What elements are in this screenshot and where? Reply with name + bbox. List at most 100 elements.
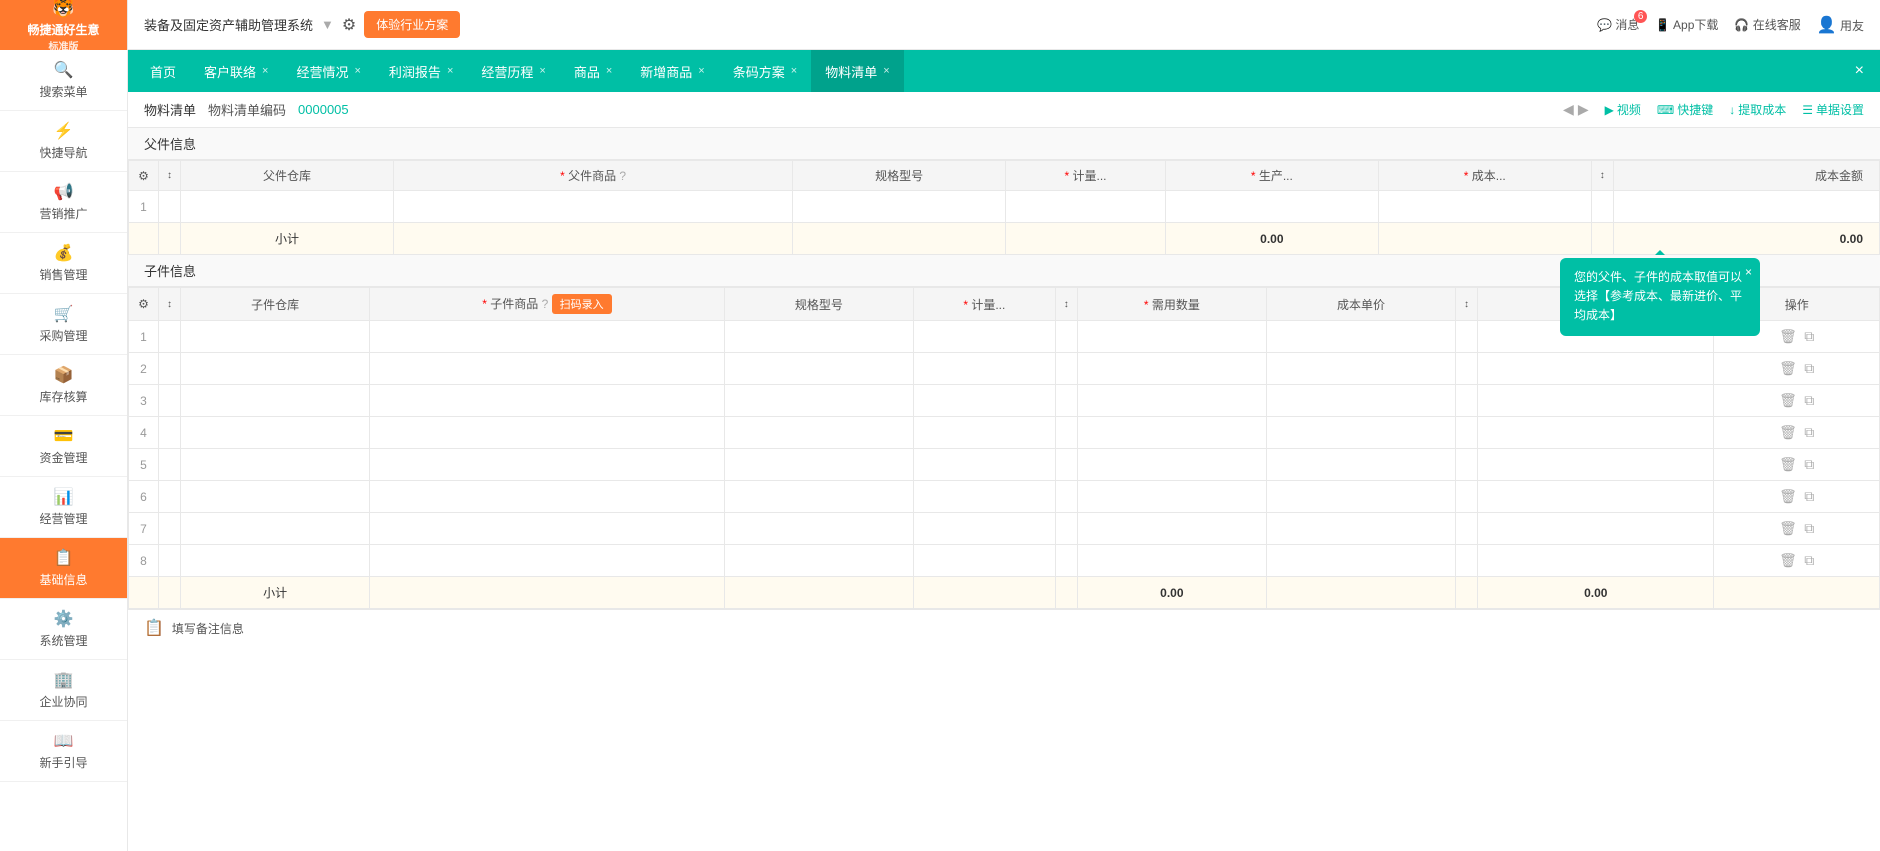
tab-operation-status[interactable]: 经营情况 × [282,50,374,92]
parent-row1-product[interactable] [393,191,792,223]
sidebar-item-quick-nav[interactable]: ⚡ 快捷导航 [0,111,127,172]
app-download-btn[interactable]: 📱 App下载 [1655,16,1718,33]
copy-icon-row5[interactable]: ⧉ [1804,456,1814,472]
child-row5-unit-cost[interactable] [1266,449,1455,481]
parent-col-settings[interactable]: ⚙ [129,161,159,191]
delete-icon-row4[interactable]: 🗑 [1779,424,1797,440]
sidebar-item-sales[interactable]: 💰 销售管理 [0,233,127,294]
copy-icon-row8[interactable]: ⧉ [1804,552,1814,568]
copy-icon-row3[interactable]: ⧉ [1804,392,1814,408]
tab-operation-history[interactable]: 经营历程 × [467,50,559,92]
delete-icon-row7[interactable]: 🗑 [1779,520,1797,536]
sidebar-item-inventory[interactable]: 📦 库存核算 [0,355,127,416]
child-row7-unit[interactable] [913,513,1055,545]
sidebar-item-enterprise[interactable]: 🏢 企业协同 [0,660,127,721]
parent-product-help-icon[interactable]: ? [619,169,626,183]
child-row8-qty[interactable] [1077,545,1266,577]
tooltip-close-btn[interactable]: × [1745,263,1752,282]
tab-new-goods-close[interactable]: × [698,65,704,77]
child-row6-warehouse[interactable] [181,481,370,513]
child-row6-qty[interactable] [1077,481,1266,513]
child-row1-product[interactable] [370,321,725,353]
tab-goods-close[interactable]: × [606,65,612,77]
copy-icon-row6[interactable]: ⧉ [1804,488,1814,504]
sidebar-item-basic[interactable]: 📋 基础信息 [0,538,127,599]
online-service-btn[interactable]: 🎧 在线客服 [1734,16,1800,33]
child-row5-warehouse[interactable] [181,449,370,481]
child-row3-product[interactable] [370,385,725,417]
child-row1-qty[interactable] [1077,321,1266,353]
sidebar-item-search[interactable]: 🔍 搜索菜单 [0,50,127,111]
tab-home[interactable]: 首页 [136,50,190,92]
delete-icon-row2[interactable]: 🗑 [1779,360,1797,376]
delete-icon-row6[interactable]: 🗑 [1779,488,1797,504]
copy-icon-row4[interactable]: ⧉ [1804,424,1814,440]
child-row6-unit[interactable] [913,481,1055,513]
parent-row1-warehouse[interactable] [181,191,394,223]
tab-customer[interactable]: 客户联络 × [190,50,282,92]
child-row6-unit-cost[interactable] [1266,481,1455,513]
child-row4-qty[interactable] [1077,417,1266,449]
child-row4-warehouse[interactable] [181,417,370,449]
child-row1-unit-cost[interactable] [1266,321,1455,353]
tab-customer-close[interactable]: × [262,65,268,77]
child-row1-spec[interactable] [724,321,913,353]
child-row8-warehouse[interactable] [181,545,370,577]
single-settings-btn[interactable]: ☰ 单据设置 [1802,101,1864,118]
sidebar-item-finance[interactable]: 💳 资金管理 [0,416,127,477]
child-row3-warehouse[interactable] [181,385,370,417]
delete-icon-row1[interactable]: 🗑 [1779,328,1797,344]
child-row4-spec[interactable] [724,417,913,449]
child-row3-unit-cost[interactable] [1266,385,1455,417]
tab-profit-report-close[interactable]: × [447,65,453,77]
shortcut-btn[interactable]: ⌨ 快捷键 [1657,101,1713,118]
child-row5-qty[interactable] [1077,449,1266,481]
child-row2-spec[interactable] [724,353,913,385]
tab-bom[interactable]: 物料清单 × [811,50,903,92]
delete-icon-row8[interactable]: 🗑 [1779,552,1797,568]
header-dropdown-icon[interactable]: ▼ [321,17,334,32]
child-row4-product[interactable] [370,417,725,449]
tab-new-goods[interactable]: 新增商品 × [626,50,718,92]
child-row8-spec[interactable] [724,545,913,577]
child-row3-qty[interactable] [1077,385,1266,417]
child-col-settings[interactable]: ⚙ [129,288,159,321]
child-row7-qty[interactable] [1077,513,1266,545]
child-row5-unit[interactable] [913,449,1055,481]
delete-icon-row5[interactable]: 🗑 [1779,456,1797,472]
parent-row1-cost[interactable] [1378,191,1591,223]
scan-btn[interactable]: 扫码录入 [552,294,612,314]
child-row2-warehouse[interactable] [181,353,370,385]
parent-row1-spec[interactable] [793,191,1006,223]
child-row7-spec[interactable] [724,513,913,545]
child-row1-warehouse[interactable] [181,321,370,353]
child-row2-product[interactable] [370,353,725,385]
parent-row1-produce[interactable] [1165,191,1378,223]
tab-barcode-close[interactable]: × [791,65,797,77]
tab-goods[interactable]: 商品 × [560,50,626,92]
tab-barcode[interactable]: 条码方案 × [719,50,811,92]
user-btn[interactable]: 👤 用友 [1817,15,1864,35]
child-row3-spec[interactable] [724,385,913,417]
message-btn[interactable]: 💬 消息 6 [1597,16,1639,33]
child-row4-unit-cost[interactable] [1266,417,1455,449]
next-arrow[interactable]: ▶ [1578,101,1589,118]
child-row5-product[interactable] [370,449,725,481]
tab-operation-status-close[interactable]: × [354,65,360,77]
child-row6-product[interactable] [370,481,725,513]
sidebar-item-purchase[interactable]: 🛒 采购管理 [0,294,127,355]
tab-profit-report[interactable]: 利润报告 × [375,50,467,92]
child-row2-qty[interactable] [1077,353,1266,385]
trial-btn[interactable]: 体验行业方案 [364,11,460,38]
prev-arrow[interactable]: ◀ [1563,101,1574,118]
sidebar-item-system[interactable]: ⚙️ 系统管理 [0,599,127,660]
copy-icon-row2[interactable]: ⧉ [1804,360,1814,376]
settings-icon[interactable]: ⚙ [342,15,356,35]
tab-operation-history-close[interactable]: × [539,65,545,77]
sidebar-item-operation[interactable]: 📊 经营管理 [0,477,127,538]
sidebar-item-guide[interactable]: 📖 新手引导 [0,721,127,782]
child-row7-warehouse[interactable] [181,513,370,545]
copy-icon-row7[interactable]: ⧉ [1804,520,1814,536]
child-row8-product[interactable] [370,545,725,577]
child-row5-spec[interactable] [724,449,913,481]
